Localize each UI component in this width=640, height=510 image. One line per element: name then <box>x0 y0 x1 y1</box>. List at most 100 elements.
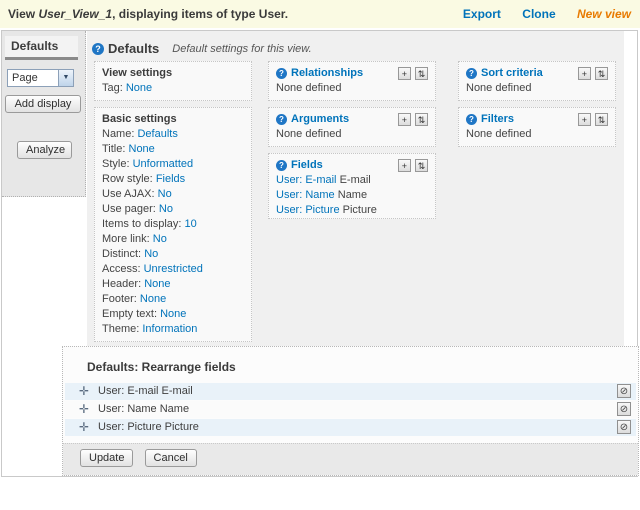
cancel-button[interactable]: Cancel <box>144 449 197 467</box>
setting-row: Name: Defaults <box>102 127 244 142</box>
setting-value-link[interactable]: None <box>129 143 155 155</box>
form-actions: Update Cancel <box>63 443 638 475</box>
rearrange-arguments-button[interactable]: ⇅ <box>415 112 428 126</box>
setting-label: Style: <box>102 158 130 170</box>
rearrange-relationships-button[interactable]: ⇅ <box>415 66 428 80</box>
filters-empty-text: None defined <box>466 128 532 140</box>
fields-box: ? Fields + ⇅ User: E-mail E-mail User: N… <box>268 153 436 219</box>
setting-value-link[interactable]: None <box>160 308 186 320</box>
setting-row: Access: Unrestricted <box>102 262 244 277</box>
field-row: User: Picture Picture <box>276 203 428 218</box>
filters-link[interactable]: Filters <box>481 112 514 127</box>
setting-value-link[interactable]: Unrestricted <box>144 263 203 275</box>
setting-label: Tag: <box>102 82 123 94</box>
setting-value-link[interactable]: None <box>144 278 170 290</box>
views-edit-page: View User_View_1, displaying items of ty… <box>0 0 640 510</box>
setting-value-link[interactable]: No <box>153 233 167 245</box>
help-icon[interactable]: ? <box>466 114 477 125</box>
clone-link[interactable]: Clone <box>522 7 555 21</box>
setting-label: Theme: <box>102 323 140 335</box>
relationships-box: ? Relationships + ⇅ None defined <box>268 61 436 101</box>
arguments-empty-text: None defined <box>276 128 342 140</box>
sort-criteria-link[interactable]: Sort criteria <box>481 66 543 81</box>
display-type-value: Page <box>12 72 38 84</box>
arguments-link[interactable]: Arguments <box>291 112 349 127</box>
remove-field-button[interactable]: ⊘ <box>617 384 631 398</box>
setting-value-link[interactable]: No <box>144 248 158 260</box>
field-link[interactable]: User: E-mail <box>276 174 337 186</box>
fields-buttons: + ⇅ <box>397 158 428 173</box>
setting-label: Use pager: <box>102 203 156 215</box>
setting-label: Distinct: <box>102 248 142 260</box>
dropdown-arrow-icon: ▼ <box>58 70 73 86</box>
sort-criteria-box: ? Sort criteria + ⇅ None defined <box>458 61 616 101</box>
drag-handle-icon[interactable]: ✛ <box>79 420 89 434</box>
display-settings-panel: ? Defaults Default settings for this vie… <box>87 31 624 346</box>
setting-label: Empty text: <box>102 308 158 320</box>
arguments-box: ? Arguments + ⇅ None defined <box>268 107 436 147</box>
help-icon[interactable]: ? <box>276 114 287 125</box>
setting-value-link[interactable]: None <box>140 293 166 305</box>
view-settings-title: View settings <box>102 67 173 79</box>
setting-row: Header: None <box>102 277 244 292</box>
rearrange-fields-button[interactable]: ⇅ <box>415 158 428 172</box>
sort-criteria-header: ? Sort criteria + ⇅ <box>466 66 608 81</box>
add-relationship-button[interactable]: + <box>397 66 411 80</box>
view-title-bar: View User_View_1, displaying items of ty… <box>0 0 640 28</box>
display-description: Default settings for this view. <box>172 42 312 55</box>
add-sort-button[interactable]: + <box>577 66 591 80</box>
add-field-button[interactable]: + <box>397 158 411 172</box>
relationships-link[interactable]: Relationships <box>291 66 363 81</box>
views-ui-container: Defaults Page ▼ Add display Analyze ? De… <box>1 30 639 477</box>
relationships-buttons: + ⇅ <box>397 66 428 81</box>
drag-handle-icon[interactable]: ✛ <box>79 402 89 416</box>
add-display-button[interactable]: Add display <box>5 95 81 113</box>
rearrange-fields-panel: Defaults: Rearrange fields ✛ User: E-mai… <box>62 346 639 476</box>
help-icon[interactable]: ? <box>466 68 477 79</box>
field-label: Picture <box>342 204 377 216</box>
fields-link[interactable]: Fields <box>291 158 323 173</box>
rearrange-rows: ✛ User: E-mail E-mail ⊘ ✛ User: Name Nam… <box>65 383 636 436</box>
add-filter-button[interactable]: + <box>577 112 591 126</box>
help-icon[interactable]: ? <box>276 160 287 171</box>
setting-label: Row style: <box>102 173 153 185</box>
new-view-link[interactable]: New view <box>577 7 631 21</box>
view-action-links: Export Clone New view <box>445 7 631 21</box>
update-button[interactable]: Update <box>80 449 134 467</box>
setting-row: Use pager: No <box>102 202 244 217</box>
setting-label: Title: <box>102 143 126 155</box>
filters-header: ? Filters + ⇅ <box>466 112 608 127</box>
field-link[interactable]: User: Name <box>276 189 335 201</box>
tab-defaults[interactable]: Defaults <box>5 36 78 60</box>
remove-field-button[interactable]: ⊘ <box>617 420 631 434</box>
setting-value-link[interactable]: 10 <box>185 218 197 230</box>
setting-value-link[interactable]: Defaults <box>137 128 177 140</box>
remove-field-button[interactable]: ⊘ <box>617 402 631 416</box>
field-link[interactable]: User: Picture <box>276 204 340 216</box>
setting-value-link[interactable]: Fields <box>156 173 185 185</box>
setting-value-link[interactable]: Information <box>142 323 197 335</box>
filters-buttons: + ⇅ <box>577 112 608 127</box>
help-icon[interactable]: ? <box>92 42 104 55</box>
analyze-button[interactable]: Analyze <box>17 141 72 159</box>
setting-value-link[interactable]: No <box>158 188 172 200</box>
display-type-select[interactable]: Page ▼ <box>7 69 74 87</box>
setting-label: Name: <box>102 128 135 140</box>
rearrange-filters-button[interactable]: ⇅ <box>595 112 608 126</box>
setting-value-link[interactable]: Unformatted <box>133 158 194 170</box>
export-link[interactable]: Export <box>463 7 501 21</box>
field-label: Name <box>337 189 368 201</box>
setting-label: Header: <box>102 278 142 290</box>
help-icon[interactable]: ? <box>276 68 287 79</box>
arguments-header: ? Arguments + ⇅ <box>276 112 428 127</box>
setting-value-link[interactable]: No <box>159 203 173 215</box>
tag-value-link[interactable]: None <box>126 82 152 94</box>
add-argument-button[interactable]: + <box>397 112 411 126</box>
drag-handle-icon[interactable]: ✛ <box>79 384 89 398</box>
rearrange-sorts-button[interactable]: ⇅ <box>595 66 608 80</box>
view-name: User_View_1 <box>38 7 113 21</box>
setting-row: Title: None <box>102 142 244 157</box>
display-title: Defaults <box>108 41 160 56</box>
rearrange-row: ✛ User: Name Name ⊘ <box>65 401 636 418</box>
view-settings-box: View settings Tag: None <box>94 61 252 101</box>
